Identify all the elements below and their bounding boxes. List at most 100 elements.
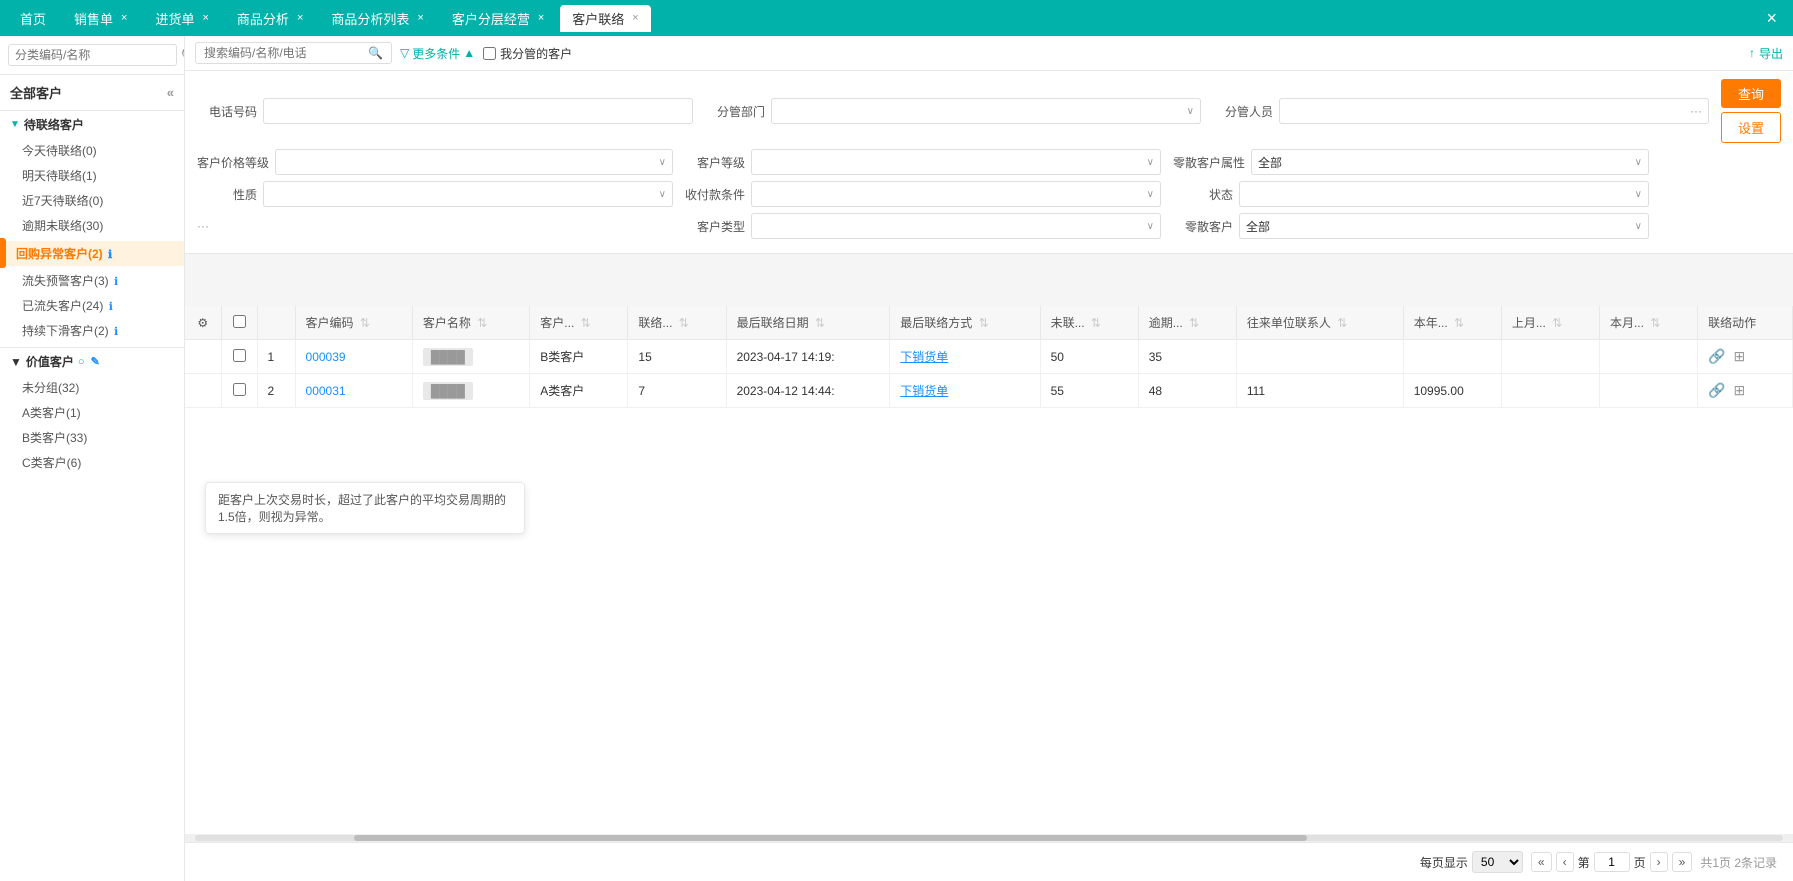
row2-grid-icon[interactable]: ⊞	[1734, 382, 1746, 399]
col-this-year[interactable]: 本年... ⇅	[1403, 306, 1501, 340]
sidebar-item-class-b[interactable]: B类客户(33)	[0, 425, 184, 450]
col-contact[interactable]: 联络... ⇅	[628, 306, 726, 340]
sidebar-search-input[interactable]	[8, 44, 177, 66]
row2-last-method[interactable]: 下销货单	[890, 374, 1040, 408]
status-select[interactable]: ∨	[1239, 181, 1649, 207]
col-last-method[interactable]: 最后联络方式 ⇅	[890, 306, 1040, 340]
row2-last-method-link[interactable]: 下销货单	[900, 384, 948, 398]
sidebar-item-continuous-down[interactable]: 持续下滑客户(2) ℹ	[0, 318, 184, 343]
row1-last-method[interactable]: 下销货单	[890, 340, 1040, 374]
price-level-select[interactable]: ∨	[275, 149, 673, 175]
row2-checkbox[interactable]	[221, 374, 257, 408]
col-overdue[interactable]: 逾期... ⇅	[1138, 306, 1236, 340]
dept-select[interactable]: ∨	[771, 98, 1201, 124]
tab-goods-list-close[interactable]: ×	[417, 12, 423, 24]
row1-name[interactable]: ████	[412, 340, 529, 374]
tab-customer-mgmt[interactable]: 客户分层经营 ×	[440, 5, 556, 32]
col-this-month[interactable]: 本月... ⇅	[1599, 306, 1697, 340]
settings-button[interactable]: 设置	[1721, 112, 1781, 143]
tab-sales[interactable]: 销售单 ×	[62, 5, 139, 32]
tab-customer-mgmt-close[interactable]: ×	[538, 12, 544, 24]
per-page-select[interactable]: 50 20 100	[1472, 851, 1523, 873]
more-dots[interactable]: ···	[197, 219, 209, 233]
row2-check[interactable]	[233, 383, 246, 396]
person-select[interactable]: ···	[1279, 98, 1709, 124]
customer-level-select[interactable]: ∨	[751, 149, 1161, 175]
repurchase-info-icon[interactable]: ℹ	[108, 249, 112, 261]
col-name[interactable]: 客户名称 ⇅	[412, 306, 529, 340]
sidebar-item-already-lost[interactable]: 已流失客户(24) ℹ	[0, 293, 184, 318]
tab-customer-contact-close[interactable]: ×	[632, 12, 638, 24]
row1-last-method-link[interactable]: 下销货单	[900, 350, 948, 364]
sidebar-item-repurchase[interactable]: 回购异常客户(2) ℹ	[6, 241, 184, 266]
sidebar-item-overdue[interactable]: 逾期未联络(30)	[0, 213, 184, 238]
retail-customer-select[interactable]: 全部 ∨	[1239, 213, 1649, 239]
col-settings[interactable]: ⚙	[185, 306, 221, 340]
retail-attr-select[interactable]: 全部 ∨	[1251, 149, 1649, 175]
more-conditions-btn[interactable]: ▽ 更多条件 ▲	[400, 45, 475, 62]
window-close-button[interactable]: ×	[1758, 8, 1785, 29]
row1-checkbox[interactable]	[221, 340, 257, 374]
tab-goods-list[interactable]: 商品分析列表 ×	[319, 5, 435, 32]
sidebar-item-class-a[interactable]: A类客户(1)	[0, 400, 184, 425]
prev-page-btn[interactable]: ‹	[1556, 852, 1574, 872]
select-all-checkbox[interactable]	[233, 315, 246, 328]
sidebar-item-tomorrow[interactable]: 明天待联络(1)	[0, 163, 184, 188]
customer-type-chevron-icon: ∨	[1147, 221, 1154, 232]
first-page-btn[interactable]: «	[1531, 852, 1552, 872]
my-customers-check[interactable]	[483, 47, 496, 60]
row1-link-icon[interactable]: 🔗	[1708, 348, 1725, 365]
row2-link-icon[interactable]: 🔗	[1708, 382, 1725, 399]
row2-name[interactable]: ████	[412, 374, 529, 408]
tab-goods-analysis[interactable]: 商品分析 ×	[225, 5, 315, 32]
sidebar-item-class-c[interactable]: C类客户(6)	[0, 450, 184, 475]
tab-customer-contact[interactable]: 客户联络 ×	[560, 5, 650, 32]
already-lost-info-icon[interactable]: ℹ	[109, 301, 113, 313]
phone-input[interactable]	[263, 98, 693, 124]
row1-grid-icon[interactable]: ⊞	[1734, 348, 1746, 365]
tab-home[interactable]: 首页	[8, 5, 58, 32]
filter-search-icon[interactable]: 🔍	[368, 46, 383, 60]
tab-goods-analysis-close[interactable]: ×	[297, 12, 303, 24]
col-code[interactable]: 客户编码 ⇅	[295, 306, 412, 340]
filter-search-input[interactable]	[204, 46, 364, 60]
nature-select[interactable]: ∨	[263, 181, 673, 207]
export-button[interactable]: ↑ 导出	[1749, 45, 1783, 62]
row2-code[interactable]: 000031	[295, 374, 412, 408]
tree-group-pending: ▼ 待联络客户 今天待联络(0) 明天待联络(1) 近7天待联络(0) 逾期未联…	[0, 111, 184, 238]
continuous-down-info-icon[interactable]: ℹ	[114, 326, 118, 338]
row1-check[interactable]	[233, 349, 246, 362]
tab-purchase[interactable]: 进货单 ×	[143, 5, 220, 32]
sidebar-item-lost-predicted[interactable]: 流失预警客户(3) ℹ	[0, 268, 184, 293]
last-page-btn[interactable]: »	[1672, 852, 1693, 872]
sidebar-item-ungroup[interactable]: 未分组(32)	[0, 375, 184, 400]
tab-sales-close[interactable]: ×	[121, 12, 127, 24]
nature-chevron-icon: ∨	[659, 189, 666, 200]
customer-type-select[interactable]: ∨	[751, 213, 1161, 239]
query-button[interactable]: 查询	[1721, 79, 1781, 108]
retail-customer-chevron-icon: ∨	[1635, 221, 1642, 232]
col-last-month[interactable]: 上月... ⇅	[1501, 306, 1599, 340]
col-last-date[interactable]: 最后联络日期 ⇅	[726, 306, 890, 340]
col-type[interactable]: 客户... ⇅	[530, 306, 628, 340]
tab-purchase-close[interactable]: ×	[202, 12, 208, 24]
col-unit-contacts[interactable]: 往来单位联系人 ⇅	[1236, 306, 1403, 340]
tooltip-text: 距客户上次交易时长，超过了此客户的平均交易周期的1.5倍，则视为异常。	[218, 493, 506, 524]
bottom-scrollbar[interactable]	[185, 834, 1793, 842]
filter-bar: 🔍 ▽ 更多条件 ▲ 我分管的客户 ↑ 导出	[185, 36, 1793, 71]
lost-predicted-info-icon[interactable]: ℹ	[114, 276, 118, 288]
sidebar-section-value-header[interactable]: ▼ 价值客户 ○ ✎	[0, 348, 184, 375]
row1-code[interactable]: 000039	[295, 340, 412, 374]
payment-select[interactable]: ∨	[751, 181, 1161, 207]
sidebar-item-today[interactable]: 今天待联络(0)	[0, 138, 184, 163]
page-input[interactable]	[1594, 852, 1630, 872]
col-uncontacted[interactable]: 未联... ⇅	[1040, 306, 1138, 340]
tree-group-pending-header[interactable]: ▼ 待联络客户	[0, 111, 184, 138]
sidebar-item-7days[interactable]: 近7天待联络(0)	[0, 188, 184, 213]
phone-label: 电话号码	[197, 103, 257, 120]
my-customers-checkbox[interactable]: 我分管的客户	[483, 45, 572, 62]
value-edit-icon[interactable]: ✎	[91, 355, 100, 368]
sidebar-collapse-icon[interactable]: «	[167, 85, 174, 100]
customer-level-label: 客户等级	[685, 154, 745, 171]
next-page-btn[interactable]: ›	[1650, 852, 1668, 872]
